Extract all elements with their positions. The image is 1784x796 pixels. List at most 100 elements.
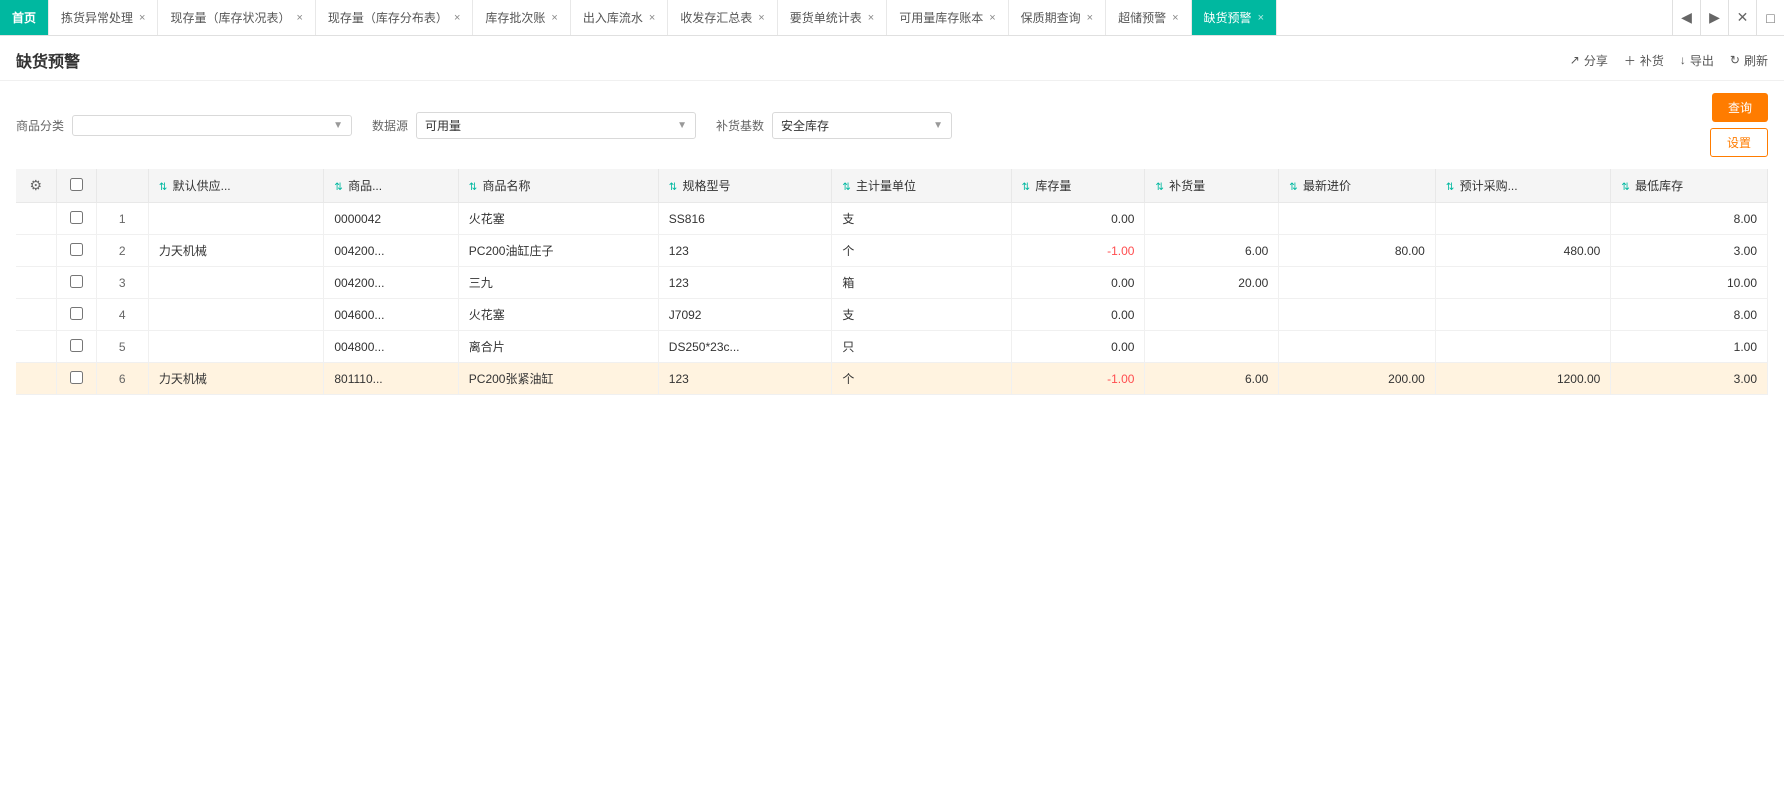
col-product-name[interactable]: ⇅ 商品名称 (458, 169, 658, 203)
tab-overstock-warning[interactable]: 超储预警 × (1106, 0, 1191, 35)
row-checkbox-cell[interactable] (56, 203, 96, 235)
gear-icon[interactable]: ⚙ (29, 177, 42, 193)
col-latest-price[interactable]: ⇅ 最新进价 (1279, 169, 1436, 203)
category-select[interactable]: ▼ (72, 115, 352, 136)
row-checkbox-cell[interactable] (56, 331, 96, 363)
row-unit: 支 (832, 299, 1011, 331)
tab-close-inventory-status[interactable]: × (296, 12, 302, 24)
row-name: 离合片 (458, 331, 658, 363)
col-min-stock[interactable]: ⇅ 最低库存 (1611, 169, 1768, 203)
row-restock-qty (1145, 299, 1279, 331)
row-stock-qty: -1.00 (1011, 363, 1145, 395)
tab-shortage-warning[interactable]: 缺货预警 × (1192, 0, 1277, 35)
row-supplier (148, 331, 323, 363)
restock-basis-dropdown-icon: ▼ (933, 120, 943, 131)
col-settings[interactable]: ⚙ (16, 169, 56, 203)
datasource-dropdown-icon: ▼ (677, 120, 687, 131)
row-min-stock: 1.00 (1611, 331, 1768, 363)
refresh-action[interactable]: ↻ 刷新 (1730, 52, 1768, 69)
row-name: PC200张紧油缸 (458, 363, 658, 395)
row-code: 004200... (324, 267, 458, 299)
datasource-filter-group: 数据源 可用量 ▼ (372, 112, 696, 139)
tab-home[interactable]: 首页 (0, 0, 49, 35)
tab-demand-stats[interactable]: 要货单统计表 × (778, 0, 887, 35)
datasource-select[interactable]: 可用量 ▼ (416, 112, 696, 139)
row-checkbox-cell[interactable] (56, 363, 96, 395)
export-action[interactable]: ↓ 导出 (1680, 52, 1714, 69)
select-all-checkbox[interactable] (70, 178, 83, 191)
row-latest-price (1279, 331, 1436, 363)
tab-inventory-status[interactable]: 现存量（库存状况表） × (158, 0, 315, 35)
col-default-supplier[interactable]: ⇅ 默认供应... (148, 169, 323, 203)
tab-close-inout-flow[interactable]: × (649, 12, 655, 24)
settings-button[interactable]: 设置 (1710, 128, 1768, 157)
col-stock-qty[interactable]: ⇅ 库存量 (1011, 169, 1145, 203)
row-checkbox[interactable] (70, 307, 83, 320)
row-checkbox-cell[interactable] (56, 299, 96, 331)
col-product-code[interactable]: ⇅ 商品... (324, 169, 458, 203)
share-action[interactable]: ↗ 分享 (1570, 52, 1608, 69)
col-unit[interactable]: ⇅ 主计量单位 (832, 169, 1011, 203)
tab-close-available-ledger[interactable]: × (989, 12, 995, 24)
restock-basis-select[interactable]: 安全库存 ▼ (772, 112, 952, 139)
tab-available-ledger[interactable]: 可用量库存账本 × (887, 0, 1008, 35)
row-latest-price: 200.00 (1279, 363, 1436, 395)
filter-area: 商品分类 ▼ 数据源 可用量 ▼ 补货基数 安全库存 ▼ 查询 设置 (0, 81, 1784, 169)
tab-close-collect-summary[interactable]: × (758, 12, 764, 24)
col-checkbox[interactable] (56, 169, 96, 203)
restock-action[interactable]: ＋ 补货 (1624, 52, 1664, 69)
tab-batch-account[interactable]: 库存批次账 × (473, 0, 570, 35)
tab-close-inventory-dist[interactable]: × (454, 12, 460, 24)
tab-expiry-query[interactable]: 保质期查询 × (1009, 0, 1106, 35)
restock-basis-value: 安全库存 (781, 117, 829, 134)
tab-bar: 首页 拣货异常处理 × 现存量（库存状况表） × 现存量（库存分布表） × 库存… (0, 0, 1784, 36)
row-min-stock: 3.00 (1611, 363, 1768, 395)
tab-prev-btn[interactable]: ◀ (1672, 0, 1700, 36)
tab-close-all-btn[interactable]: ✕ (1728, 0, 1756, 36)
table-row: 2 力天机械 004200... PC200油缸庄子 123 个 -1.00 6… (16, 235, 1768, 267)
row-checkbox[interactable] (70, 211, 83, 224)
tab-inout-flow[interactable]: 出入库流水 × (571, 0, 668, 35)
tab-close-batch-account[interactable]: × (551, 12, 557, 24)
datasource-filter-label: 数据源 (372, 117, 408, 134)
row-checkbox[interactable] (70, 339, 83, 352)
row-latest-price (1279, 267, 1436, 299)
table-body: 1 0000042 火花塞 SS816 支 0.00 8.00 2 力天机械 0… (16, 203, 1768, 395)
row-checkbox-cell[interactable] (56, 235, 96, 267)
row-min-stock: 8.00 (1611, 299, 1768, 331)
row-est-purchase (1435, 299, 1610, 331)
row-checkbox[interactable] (70, 243, 83, 256)
tab-close-abnormal[interactable]: × (139, 12, 145, 24)
tab-inventory-dist[interactable]: 现存量（库存分布表） × (316, 0, 473, 35)
row-checkbox[interactable] (70, 275, 83, 288)
tab-collect-summary[interactable]: 收发存汇总表 × (668, 0, 777, 35)
tab-close-overstock-warning[interactable]: × (1172, 12, 1178, 24)
row-latest-price (1279, 299, 1436, 331)
row-settings-cell (16, 363, 56, 395)
row-min-stock: 10.00 (1611, 267, 1768, 299)
row-supplier (148, 203, 323, 235)
row-restock-qty (1145, 331, 1279, 363)
main-content: 缺货预警 ↗ 分享 ＋ 补货 ↓ 导出 ↻ 刷新 商品分类 (0, 36, 1784, 796)
row-min-stock: 8.00 (1611, 203, 1768, 235)
tab-next-btn[interactable]: ▶ (1700, 0, 1728, 36)
col-restock-qty[interactable]: ⇅ 补货量 (1145, 169, 1279, 203)
tab-close-demand-stats[interactable]: × (868, 12, 874, 24)
row-unit: 支 (832, 203, 1011, 235)
tab-expand-btn[interactable]: □ (1756, 0, 1784, 36)
row-code: 004600... (324, 299, 458, 331)
col-spec[interactable]: ⇅ 规格型号 (658, 169, 832, 203)
col-est-purchase[interactable]: ⇅ 预计采购... (1435, 169, 1610, 203)
row-spec: 123 (658, 235, 832, 267)
row-name: PC200油缸庄子 (458, 235, 658, 267)
query-button[interactable]: 查询 (1712, 93, 1768, 122)
row-checkbox-cell[interactable] (56, 267, 96, 299)
tab-close-expiry-query[interactable]: × (1087, 12, 1093, 24)
row-est-purchase (1435, 331, 1610, 363)
row-latest-price (1279, 203, 1436, 235)
tab-abnormal[interactable]: 拣货异常处理 × (49, 0, 158, 35)
row-settings-cell (16, 267, 56, 299)
row-checkbox[interactable] (70, 371, 83, 384)
tab-close-shortage-warning[interactable]: × (1258, 12, 1264, 24)
row-supplier (148, 267, 323, 299)
